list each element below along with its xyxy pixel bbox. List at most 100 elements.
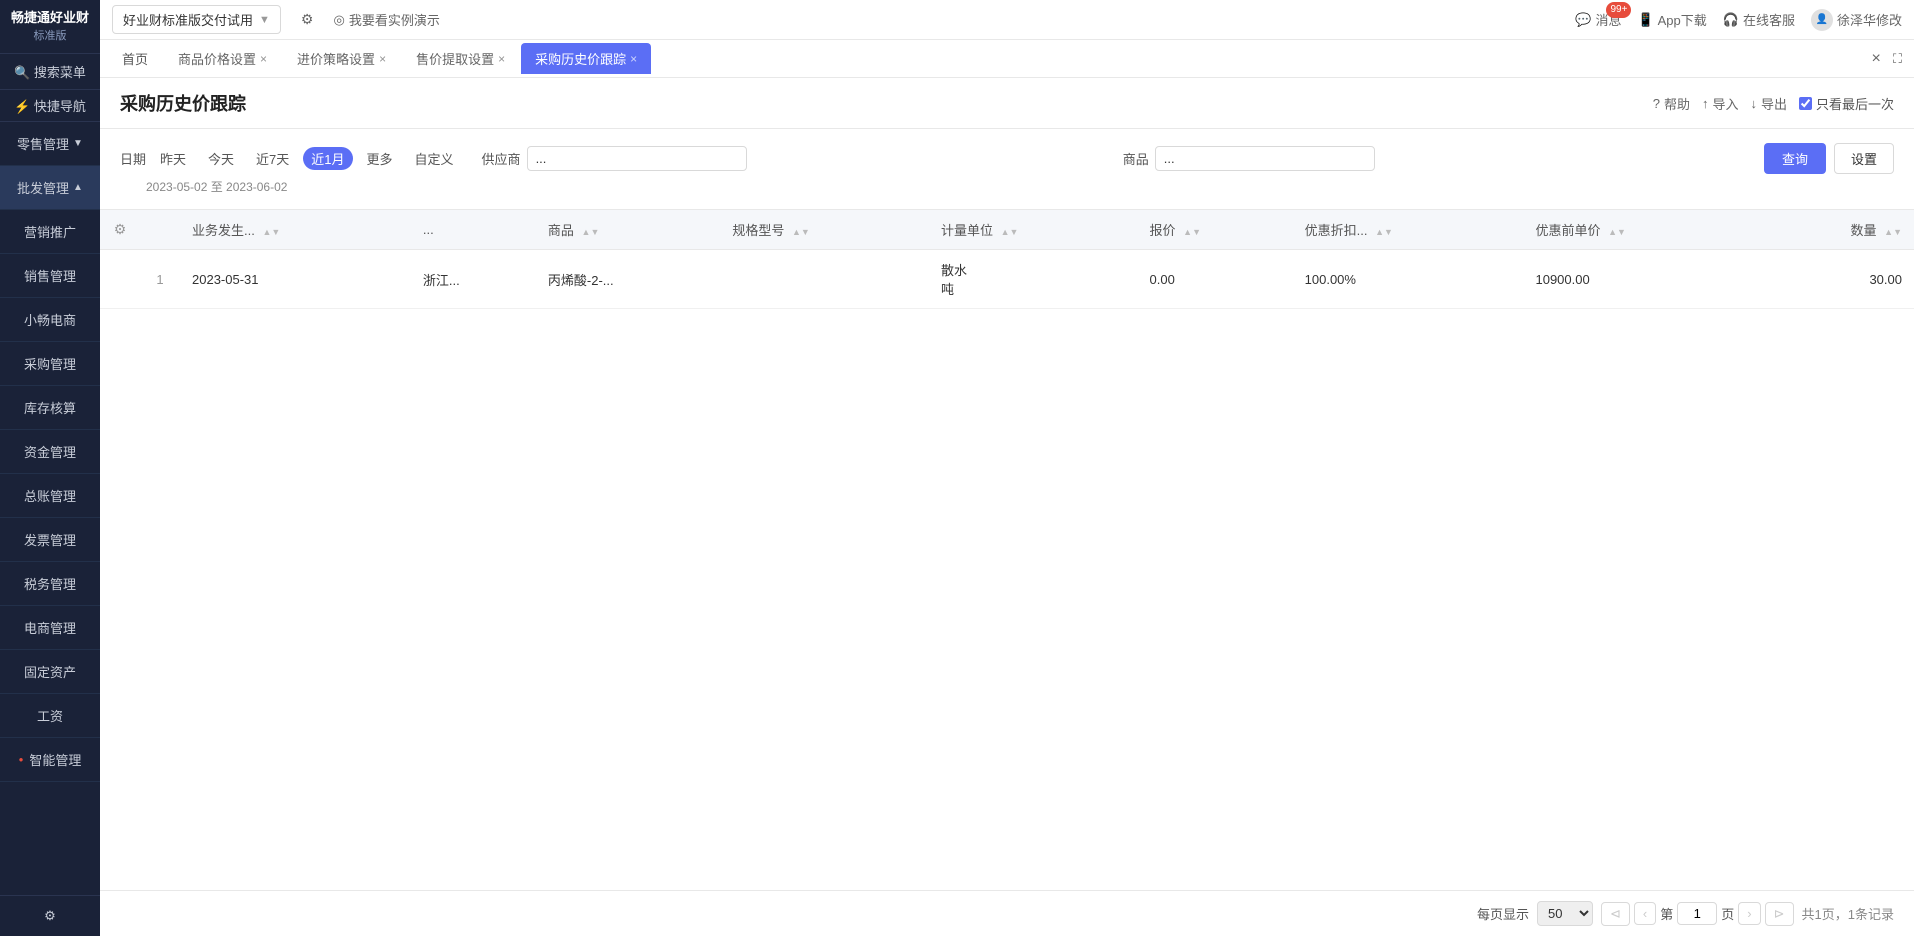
col-header-product[interactable]: 商品 ▲▼ [536,210,720,250]
sidebar-item-wholesale-label: 批发管理 [17,178,69,197]
sidebar-item-retail[interactable]: 零售管理 ▼ [0,122,100,166]
sidebar-nav[interactable]: ⚡ 快捷导航 [0,90,100,122]
retail-arrow-icon: ▼ [73,138,83,149]
tab-sale-extract-close[interactable]: × [498,52,505,66]
tab-history-price-label: 采购历史价跟踪 [535,49,626,68]
last-only-checkbox-label[interactable]: 只看最后一次 [1799,94,1894,113]
sidebar-item-ledger-label: 总账管理 [24,486,76,505]
date-opt-custom[interactable]: 自定义 [407,147,462,170]
row-quantity-cell: 30.00 [1759,250,1914,309]
product-input[interactable]: ... [1155,146,1375,171]
sidebar-item-inventory[interactable]: 库存核算 [0,386,100,430]
sidebar-item-invoice[interactable]: 发票管理 [0,518,100,562]
sidebar-search[interactable]: 🔍 搜索菜单 [0,54,100,90]
page-label: 页 [1721,904,1734,923]
tab-history-price[interactable]: 采购历史价跟踪 × [521,43,651,74]
sidebar-item-wholesale[interactable]: 批发管理 ▲ [0,166,100,210]
app-icon: 📱 [1637,12,1653,28]
export-icon: ↓ [1750,96,1757,111]
setting-button[interactable]: 设置 [1834,143,1894,174]
import-label: 导入 [1712,94,1738,113]
page-title: 采购历史价跟踪 [120,90,246,116]
col-header-index [140,210,180,250]
col-header-discount[interactable]: 优惠折扣... ▲▼ [1293,210,1524,250]
product-filter-label: 商品 [1123,149,1149,168]
first-page-button[interactable]: ⊲ [1601,902,1630,926]
date-range-display: 2023-05-02 至 2023-06-02 [146,178,1894,195]
import-link[interactable]: ↑ 导入 [1702,94,1739,113]
import-icon: ↑ [1702,96,1709,111]
last-page-button[interactable]: ⊳ [1765,902,1794,926]
row-price-cell: 0.00 [1138,250,1293,309]
topbar-right: 💬 消息 99+ 📱 App下载 🎧 在线客服 👤 徐泽华修改 [1575,9,1902,31]
tab-home[interactable]: 首页 [108,43,162,74]
supplier-input[interactable]: ... [527,146,747,171]
date-opt-today[interactable]: 今天 [200,147,242,170]
sidebar-item-ledger[interactable]: 总账管理 [0,474,100,518]
col-header-quantity[interactable]: 数量 ▲▼ [1759,210,1914,250]
sidebar-item-marketing[interactable]: 营销推广 [0,210,100,254]
headset-icon: 🎧 [1723,12,1739,28]
col-header-price[interactable]: 报价 ▲▼ [1138,210,1293,250]
sort-product-icon: ▲▼ [582,227,600,237]
sidebar-item-salary[interactable]: 工资 [0,694,100,738]
supplier-filter-label: 供应商 [482,149,521,168]
sidebar-item-sales[interactable]: 销售管理 [0,254,100,298]
sidebar-item-tax-label: 税务管理 [24,574,76,593]
date-opt-yesterday[interactable]: 昨天 [152,147,194,170]
next-page-button[interactable]: › [1738,902,1760,925]
version-selector[interactable]: 好业财标准版交付试用 ▼ [112,5,281,34]
topbar-gear-button[interactable]: ⚙ [293,7,322,32]
col-header-spec[interactable]: 规格型号 ▲▼ [720,210,929,250]
tab-history-price-close[interactable]: × [630,52,637,66]
help-link[interactable]: ? 帮助 [1653,94,1690,113]
sidebar-item-smart[interactable]: ● 智能管理 [0,738,100,782]
message-button[interactable]: 💬 消息 99+ [1575,10,1621,29]
page-text: 第 [1660,904,1673,923]
page-input[interactable] [1677,902,1717,925]
sidebar-item-ecommerce-small[interactable]: 小畅电商 [0,298,100,342]
date-opt-last1m[interactable]: 近1月 [303,147,352,170]
sidebar-item-capital[interactable]: 资金管理 [0,430,100,474]
tab-purchase-strategy[interactable]: 进价策略设置 × [283,43,400,74]
filter-actions: 查询 设置 [1764,143,1894,174]
demo-link[interactable]: ◎ 我要看实例演示 [333,10,439,29]
row-biz-date-cell: 2023-05-31 [180,250,411,309]
tab-sale-extract[interactable]: 售价提取设置 × [402,43,519,74]
sidebar-item-ecommerce[interactable]: 电商管理 [0,606,100,650]
app-download-button[interactable]: 📱 App下载 [1637,10,1706,29]
col-header-gear: ⚙ [100,210,140,250]
table-row: 1 2023-05-31 浙江... 丙烯酸-2-... 散水 吨 0.00 1… [100,250,1914,309]
tab-purchase-strategy-close[interactable]: × [379,52,386,66]
row-product-cell: 丙烯酸-2-... [536,250,720,309]
last-only-checkbox[interactable] [1799,97,1812,110]
user-menu[interactable]: 👤 徐泽华修改 [1811,9,1902,31]
col-header-more[interactable]: ... [411,210,536,250]
tab-price[interactable]: 商品价格设置 × [164,43,281,74]
sidebar-item-assets[interactable]: 固定资产 [0,650,100,694]
export-link[interactable]: ↓ 导出 [1750,94,1787,113]
sidebar-item-tax[interactable]: 税务管理 [0,562,100,606]
tab-maximize-button[interactable]: ⛶ [1889,47,1906,71]
column-gear-icon[interactable]: ⚙ [114,221,127,237]
product-filter: 商品 ... [1123,146,1744,171]
sidebar-settings[interactable]: ⚙ [0,895,100,936]
date-opt-last7[interactable]: 近7天 [248,147,297,170]
prev-page-button[interactable]: ‹ [1634,902,1656,925]
query-button[interactable]: 查询 [1764,143,1826,174]
tab-price-label: 商品价格设置 [178,49,256,68]
tab-home-label: 首页 [122,49,148,68]
supplier-filter: 供应商 ... [482,146,1103,171]
tab-price-close[interactable]: × [260,52,267,66]
sidebar-item-ecommerce-small-label: 小畅电商 [24,310,76,329]
online-service-button[interactable]: 🎧 在线客服 [1723,10,1795,29]
sidebar-item-purchase[interactable]: 采购管理 [0,342,100,386]
sidebar-logo[interactable]: 畅捷通好业财 标准版 [0,0,100,54]
tab-close-all-button[interactable]: × [1868,46,1885,72]
date-opt-more[interactable]: 更多 [359,147,401,170]
per-page-select[interactable]: 10 20 50 100 [1537,901,1593,926]
sidebar-search-label: 搜索菜单 [34,65,86,80]
col-header-before-discount[interactable]: 优惠前单价 ▲▼ [1523,210,1758,250]
col-header-biz-date[interactable]: 业务发生... ▲▼ [180,210,411,250]
col-header-unit[interactable]: 计量单位 ▲▼ [929,210,1138,250]
